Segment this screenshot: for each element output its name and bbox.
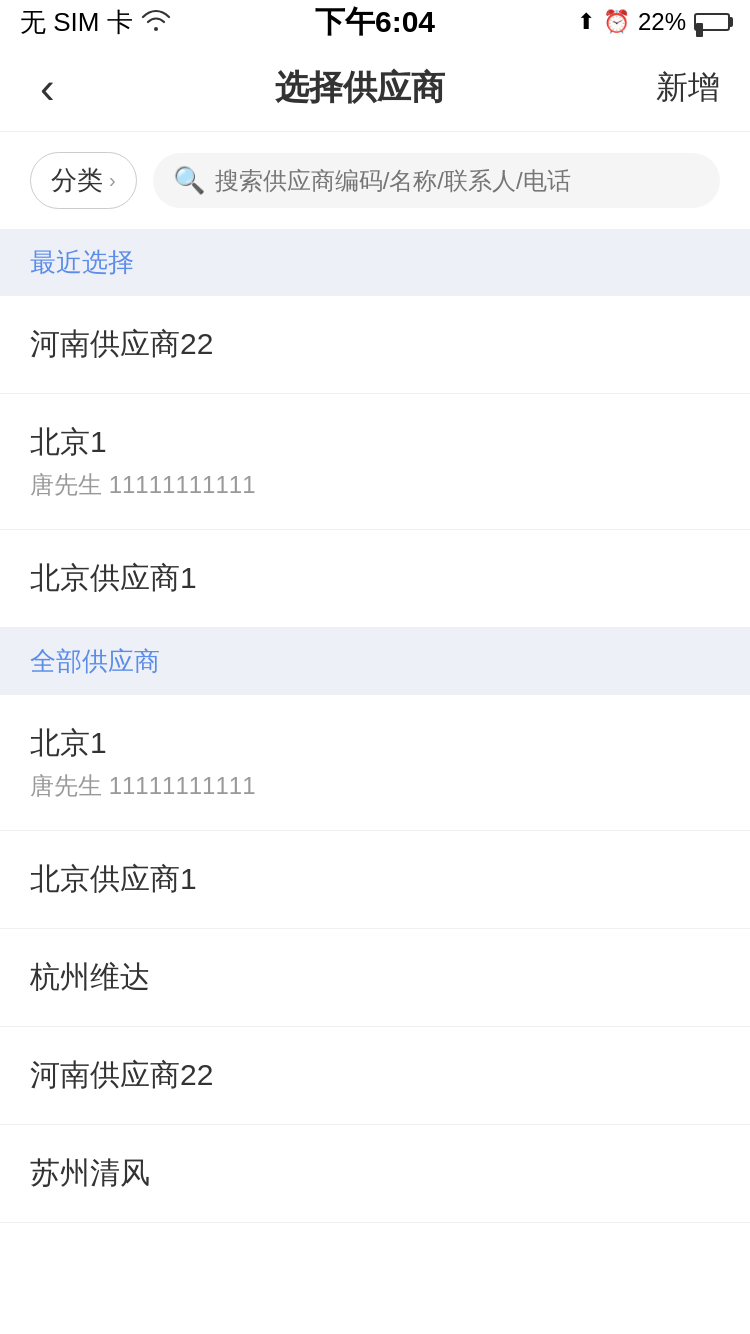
page-title: 选择供应商 bbox=[275, 65, 445, 111]
item-name: 河南供应商22 bbox=[30, 1055, 720, 1096]
navigation-bar: ‹ 选择供应商 新增 bbox=[0, 44, 750, 132]
back-button[interactable]: ‹ bbox=[30, 53, 65, 123]
search-box[interactable]: 🔍 bbox=[153, 153, 720, 208]
item-name: 苏州清风 bbox=[30, 1153, 720, 1194]
battery-icon bbox=[694, 13, 730, 31]
recent-section-header: 最近选择 bbox=[0, 229, 750, 296]
list-item[interactable]: 北京1 唐先生 11111111111 bbox=[0, 695, 750, 831]
list-item[interactable]: 北京供应商1 bbox=[0, 831, 750, 929]
all-section-label: 全部供应商 bbox=[30, 646, 160, 676]
item-sub: 唐先生 11111111111 bbox=[30, 770, 720, 802]
all-list: 北京1 唐先生 11111111111 北京供应商1 杭州维达河南供应商22 苏州清风 bbox=[0, 695, 750, 1223]
item-name: 北京供应商1 bbox=[30, 558, 720, 599]
list-item[interactable]: 河南供应商22 bbox=[0, 1027, 750, 1125]
wifi-icon bbox=[141, 7, 171, 38]
list-item[interactable]: 北京供应商1 bbox=[0, 530, 750, 628]
item-sub: 唐先生 11111111111 bbox=[30, 469, 720, 501]
status-time: 下午6:04 bbox=[315, 2, 435, 43]
all-section-header: 全部供应商 bbox=[0, 628, 750, 695]
category-label: 分类 bbox=[51, 163, 103, 198]
category-filter[interactable]: 分类 › bbox=[30, 152, 137, 209]
alarm-icon: ⏰ bbox=[603, 9, 630, 35]
item-name: 杭州维达 bbox=[30, 957, 720, 998]
search-icon: 🔍 bbox=[173, 165, 205, 196]
status-right: ⬆ ⏰ 22% bbox=[577, 8, 730, 36]
location-icon: ⬆ bbox=[577, 9, 595, 35]
list-item[interactable]: 苏州清风 bbox=[0, 1125, 750, 1223]
recent-list: 河南供应商22 北京1 唐先生 11111111111 北京供应商1 bbox=[0, 296, 750, 628]
item-name: 北京1 bbox=[30, 723, 720, 764]
filter-bar: 分类 › 🔍 bbox=[0, 132, 750, 229]
status-bar: 无 SIM 卡 下午6:04 ⬆ ⏰ 22% bbox=[0, 0, 750, 44]
item-name: 河南供应商22 bbox=[30, 324, 720, 365]
chevron-right-icon: › bbox=[109, 169, 116, 192]
item-name: 北京供应商1 bbox=[30, 859, 720, 900]
list-item[interactable]: 杭州维达 bbox=[0, 929, 750, 1027]
list-item[interactable]: 河南供应商22 bbox=[0, 296, 750, 394]
add-button[interactable]: 新增 bbox=[656, 66, 720, 110]
item-name: 北京1 bbox=[30, 422, 720, 463]
battery-label: 22% bbox=[638, 8, 686, 36]
search-input[interactable] bbox=[215, 167, 700, 195]
recent-section-label: 最近选择 bbox=[30, 247, 134, 277]
carrier-label: 无 SIM 卡 bbox=[20, 5, 133, 40]
status-left: 无 SIM 卡 bbox=[20, 5, 171, 40]
list-item[interactable]: 北京1 唐先生 11111111111 bbox=[0, 394, 750, 530]
